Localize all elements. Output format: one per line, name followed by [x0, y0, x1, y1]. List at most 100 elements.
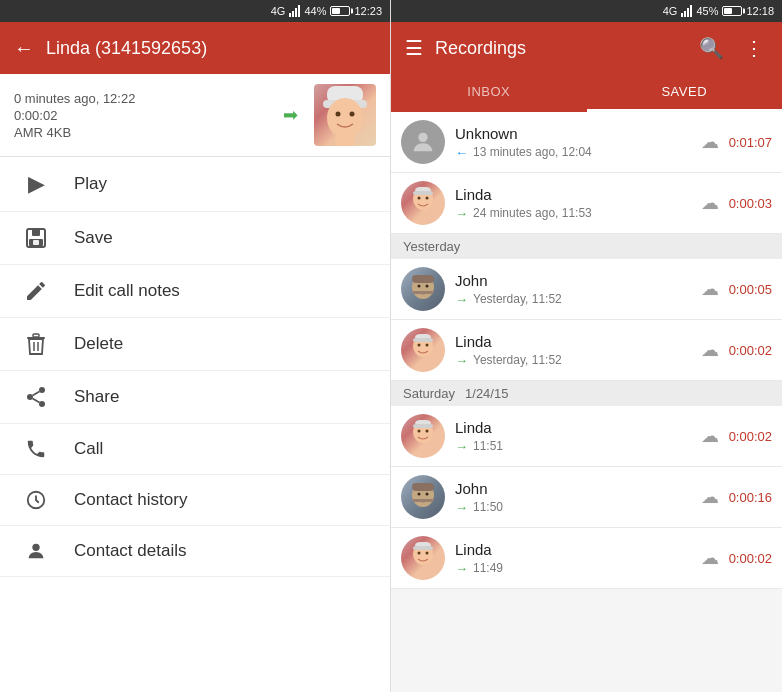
svg-point-24 [426, 197, 429, 200]
svg-point-3 [336, 112, 341, 117]
menu-item-call[interactable]: Call [0, 424, 390, 475]
recording-info: 0 minutes ago, 12:22 0:00:02 AMR 4KB ➡ [0, 74, 390, 157]
avatar [401, 328, 445, 372]
duration: 0:01:07 [729, 135, 772, 150]
recordings-title: Recordings [435, 38, 683, 59]
direction-arrow: ← [455, 145, 468, 160]
search-button[interactable]: 🔍 [695, 32, 728, 64]
section-header-date: 1/24/15 [465, 386, 508, 401]
avatar [401, 120, 445, 164]
menu-item-contact-details[interactable]: Contact details [0, 526, 390, 577]
svg-point-16 [39, 401, 45, 407]
recordings-list: Unknown ← 13 minutes ago, 12:04 ☁ 0:01:0… [391, 112, 782, 692]
time-row: → Yesterday, 11:52 [455, 353, 691, 368]
svg-line-18 [33, 392, 40, 396]
cloud-icon: ☁ [701, 131, 719, 153]
recording-format: AMR 4KB [14, 125, 135, 140]
cloud-icon: ☁ [701, 278, 719, 300]
duration: 0:00:02 [729, 429, 772, 444]
svg-point-39 [426, 430, 429, 433]
time-left: 12:23 [354, 5, 382, 17]
duration: 0:00:02 [729, 343, 772, 358]
section-header-yesterday: Yesterday [391, 234, 782, 259]
recording-info-right: John → Yesterday, 11:52 [455, 272, 691, 307]
time-row: → 11:50 [455, 500, 691, 515]
svg-rect-26 [413, 191, 433, 195]
call-label: Call [74, 439, 103, 459]
edit-label: Edit call notes [74, 281, 180, 301]
battery-level-right: 45% [696, 5, 718, 17]
svg-point-2 [327, 98, 363, 138]
list-item[interactable]: Unknown ← 13 minutes ago, 12:04 ☁ 0:01:0… [391, 112, 782, 173]
menu-item-share[interactable]: Share [0, 371, 390, 424]
time-text: 11:50 [473, 500, 503, 514]
cloud-icon: ☁ [701, 192, 719, 214]
direction-arrow: → [455, 206, 468, 221]
contact-history-label: Contact history [74, 490, 187, 510]
right-panel: 4G 45% 12:18 ☰ Recordings 🔍 ⋮ INBOX SAVE… [391, 0, 782, 692]
svg-point-33 [418, 344, 421, 347]
svg-point-38 [418, 430, 421, 433]
cloud-icon: ☁ [701, 425, 719, 447]
duration: 0:00:05 [729, 282, 772, 297]
menu-item-delete[interactable]: Delete [0, 318, 390, 371]
menu-item-edit[interactable]: Edit call notes [0, 265, 390, 318]
battery-level-left: 44% [304, 5, 326, 17]
contact-name: Linda [455, 186, 691, 203]
share-icon [20, 385, 52, 409]
list-item[interactable]: Linda → Yesterday, 11:52 ☁ 0:00:02 [391, 320, 782, 381]
contact-name: John [455, 272, 691, 289]
contact-name: Linda [455, 333, 691, 350]
list-item[interactable]: Linda → 11:49 ☁ 0:00:02 [391, 528, 782, 589]
avatar [401, 414, 445, 458]
svg-point-44 [426, 493, 429, 496]
cloud-icon: ☁ [701, 486, 719, 508]
svg-point-28 [418, 285, 421, 288]
svg-rect-45 [412, 483, 434, 491]
svg-point-21 [418, 133, 427, 142]
cloud-icon: ☁ [701, 547, 719, 569]
svg-point-23 [418, 197, 421, 200]
avatar [401, 267, 445, 311]
contact-name: Linda [455, 541, 691, 558]
status-bar-right: 4G 45% 12:18 [391, 0, 782, 22]
menu-item-contact-history[interactable]: Contact history [0, 475, 390, 526]
svg-point-34 [426, 344, 429, 347]
list-item[interactable]: John → Yesterday, 11:52 ☁ 0:00:05 [391, 259, 782, 320]
direction-arrow: → [455, 439, 468, 454]
contact-title: Linda (3141592653) [46, 38, 207, 59]
tab-saved[interactable]: SAVED [587, 74, 783, 112]
avatar [401, 475, 445, 519]
hamburger-menu-button[interactable]: ☰ [405, 36, 423, 60]
tab-inbox[interactable]: INBOX [391, 74, 587, 112]
svg-rect-31 [412, 291, 434, 294]
svg-point-4 [350, 112, 355, 117]
svg-rect-11 [33, 334, 39, 337]
recording-info-right: John → 11:50 [455, 480, 691, 515]
delete-label: Delete [74, 334, 123, 354]
list-item[interactable]: Linda → 11:51 ☁ 0:00:02 [391, 406, 782, 467]
time-text: 24 minutes ago, 11:53 [473, 206, 592, 220]
contact-name: Unknown [455, 125, 691, 142]
share-label: Share [74, 387, 119, 407]
menu-list: ▶ Play Save Edit call notes [0, 157, 390, 692]
list-item[interactable]: Linda → 24 minutes ago, 11:53 ☁ 0:00:03 [391, 173, 782, 234]
back-button[interactable]: ← [14, 37, 34, 60]
section-header-label: Saturday [403, 386, 455, 401]
more-options-button[interactable]: ⋮ [740, 32, 768, 64]
left-panel: 4G 44% 12:23 ← Linda (3141592653) 0 minu… [0, 0, 391, 692]
avatar [401, 536, 445, 580]
svg-rect-9 [33, 240, 39, 245]
svg-rect-30 [412, 275, 434, 283]
recording-metadata: 0 minutes ago, 12:22 0:00:02 AMR 4KB [14, 91, 135, 140]
list-item[interactable]: John → 11:50 ☁ 0:00:16 [391, 467, 782, 528]
header-left: ← Linda (3141592653) [0, 22, 390, 74]
menu-item-save[interactable]: Save [0, 212, 390, 265]
menu-item-play[interactable]: ▶ Play [0, 157, 390, 212]
svg-line-17 [33, 399, 40, 403]
recording-info-right: Linda → 24 minutes ago, 11:53 [455, 186, 691, 221]
recording-info-right: Linda → 11:49 [455, 541, 691, 576]
time-row: ← 13 minutes ago, 12:04 [455, 145, 691, 160]
contact-details-label: Contact details [74, 541, 186, 561]
recording-info-right: Linda → 11:51 [455, 419, 691, 454]
